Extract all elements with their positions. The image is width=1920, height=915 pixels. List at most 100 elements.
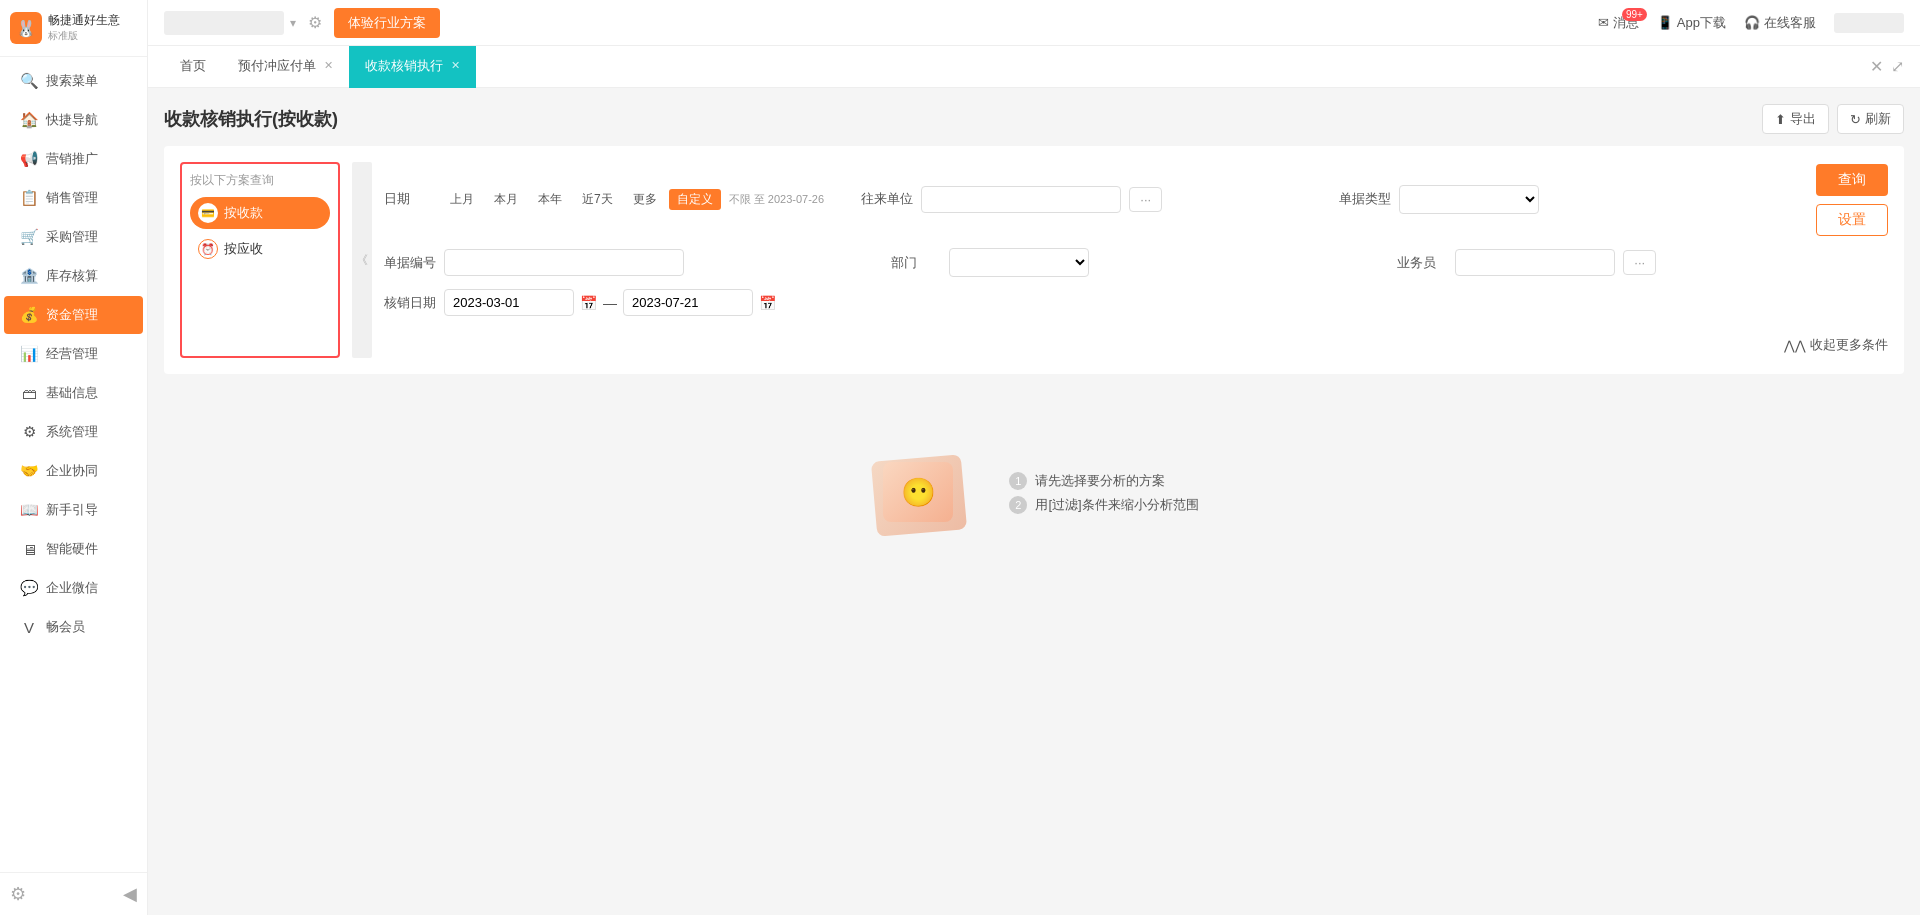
sidebar-item-member[interactable]: V 畅会员 xyxy=(4,608,143,646)
verify-date-end-input[interactable] xyxy=(623,289,753,316)
empty-hints: 1 请先选择要分析的方案 2 用[过滤]条件来缩小分析范围 xyxy=(1009,472,1198,520)
close-window-icon[interactable]: ✕ xyxy=(1870,57,1883,76)
filter-option-by-receivable[interactable]: ⏰ 按应收 xyxy=(190,233,330,265)
search-btn[interactable]: 查询 xyxy=(1816,164,1888,196)
filter-row-2: 单据编号 部门 业务员 ··· xyxy=(384,248,1888,277)
settings-icon[interactable]: ⚙ xyxy=(308,13,322,32)
date-hint: 不限 至 2023-07-26 xyxy=(729,192,824,207)
tab-receipt[interactable]: 收款核销执行 ✕ xyxy=(349,46,476,88)
chevron-down-icon[interactable]: ▾ xyxy=(290,16,296,30)
date-tab-custom[interactable]: 自定义 xyxy=(669,189,721,210)
sidebar-bottom: ⚙ ◀ xyxy=(0,872,147,915)
tab-label: 预付冲应付单 xyxy=(238,57,316,75)
collapse-more-btn[interactable]: ⋀⋀ 收起更多条件 xyxy=(384,332,1888,358)
service-label: 在线客服 xyxy=(1764,14,1816,32)
sidebar-item-hardware[interactable]: 🖥 智能硬件 xyxy=(4,530,143,568)
filter-row-1: 日期 上月 本月 本年 近7天 更多 自定义 不限 至 2023-07-26 xyxy=(384,162,1888,236)
industry-btn[interactable]: 体验行业方案 xyxy=(334,8,440,38)
close-tab-prepay-icon[interactable]: ✕ xyxy=(324,59,333,72)
filter-option-by-receipt[interactable]: 💳 按收款 xyxy=(190,197,330,229)
member-icon: V xyxy=(20,619,38,636)
sidebar-item-sales[interactable]: 📋 销售管理 xyxy=(4,179,143,217)
tabbar: 首页 预付冲应付单 ✕ 收款核销执行 ✕ ✕ ⤢ xyxy=(148,46,1920,88)
dept-select[interactable] xyxy=(949,248,1089,277)
service-icon: 🎧 xyxy=(1744,15,1760,30)
sidebar-item-nav[interactable]: 🏠 快捷导航 xyxy=(4,101,143,139)
business-more-btn[interactable]: ··· xyxy=(1623,250,1656,275)
message-icon: ✉ xyxy=(1598,15,1609,30)
sidebar-nav: 🔍 搜索菜单 🏠 快捷导航 📢 营销推广 📋 销售管理 🛒 采购管理 🏦 库存核… xyxy=(0,57,147,872)
basic-icon: 🗃 xyxy=(20,385,38,402)
collapse-sidebar-icon[interactable]: ◀ xyxy=(123,883,137,905)
collapse-panel-btn[interactable]: 《 xyxy=(352,162,372,358)
header-actions: ⬆ 导出 ↻ 刷新 xyxy=(1762,104,1904,134)
sidebar-item-management[interactable]: 📊 经营管理 xyxy=(4,335,143,373)
logo-text-block: 畅捷通好生意 标准版 xyxy=(48,13,120,43)
refresh-btn[interactable]: ↻ 刷新 xyxy=(1837,104,1904,134)
sidebar-item-system[interactable]: ⚙ 系统管理 xyxy=(4,413,143,451)
expand-icon[interactable]: ⤢ xyxy=(1891,57,1904,76)
app-download-btn[interactable]: 📱 App下载 xyxy=(1657,14,1726,32)
message-btn[interactable]: ✉ 消息 99+ xyxy=(1598,14,1639,32)
service-btn[interactable]: 🎧 在线客服 xyxy=(1744,14,1816,32)
inventory-icon: 🏦 xyxy=(20,267,38,285)
voucher-no-input[interactable] xyxy=(444,249,684,276)
calendar-start-icon[interactable]: 📅 xyxy=(580,295,597,311)
filter-option-label: 按应收 xyxy=(224,240,263,258)
close-tab-receipt-icon[interactable]: ✕ xyxy=(451,59,460,72)
sidebar-item-label: 经营管理 xyxy=(46,345,98,363)
verify-date-start-input[interactable] xyxy=(444,289,574,316)
verify-date-field: 核销日期 📅 — 📅 xyxy=(384,289,1888,316)
date-tabs-group: 上月 本月 本年 近7天 更多 自定义 不限 至 2023-07-26 xyxy=(442,189,824,210)
app-label: App下载 xyxy=(1677,14,1726,32)
sidebar-item-label: 销售管理 xyxy=(46,189,98,207)
verify-date-label: 核销日期 xyxy=(384,294,436,312)
date-tab-this-month[interactable]: 本月 xyxy=(486,189,526,210)
tab-home[interactable]: 首页 xyxy=(164,46,222,88)
sidebar-item-label: 畅会员 xyxy=(46,618,85,636)
logo-name: 畅捷通好生意 xyxy=(48,13,120,29)
user-info xyxy=(1834,13,1904,33)
sidebar-item-marketing[interactable]: 📢 营销推广 xyxy=(4,140,143,178)
tab-label: 首页 xyxy=(180,57,206,75)
chevron-up-icon: ⋀⋀ xyxy=(1784,338,1806,353)
sidebar-item-inventory[interactable]: 🏦 库存核算 xyxy=(4,257,143,295)
sidebar-item-label: 企业微信 xyxy=(46,579,98,597)
hardware-icon: 🖥 xyxy=(20,541,38,558)
counterparty-more-btn[interactable]: ··· xyxy=(1129,187,1162,212)
date-tab-more[interactable]: 更多 xyxy=(625,189,665,210)
tab-prepay[interactable]: 预付冲应付单 ✕ xyxy=(222,46,349,88)
filter-row-3: 核销日期 📅 — 📅 xyxy=(384,289,1888,316)
date-tab-this-year[interactable]: 本年 xyxy=(530,189,570,210)
date-tab-7days[interactable]: 近7天 xyxy=(574,189,621,210)
message-badge: 99+ xyxy=(1622,8,1647,21)
purchase-icon: 🛒 xyxy=(20,228,38,246)
date-tab-last-month[interactable]: 上月 xyxy=(442,189,482,210)
sidebar-item-collab[interactable]: 🤝 企业协同 xyxy=(4,452,143,490)
search-icon: 🔍 xyxy=(20,72,38,90)
marketing-icon: 📢 xyxy=(20,150,38,168)
empty-hint-2: 2 用[过滤]条件来缩小分析范围 xyxy=(1009,496,1198,514)
sidebar-item-label: 基础信息 xyxy=(46,384,98,402)
finance-icon: 💰 xyxy=(20,306,38,324)
sidebar-item-purchase[interactable]: 🛒 采购管理 xyxy=(4,218,143,256)
filter-option-label: 按收款 xyxy=(224,204,263,222)
business-input[interactable] xyxy=(1455,249,1615,276)
calendar-end-icon[interactable]: 📅 xyxy=(759,295,776,311)
sidebar: 🐰 畅捷通好生意 标准版 🔍 搜索菜单 🏠 快捷导航 📢 营销推广 📋 销售管理… xyxy=(0,0,148,915)
collab-icon: 🤝 xyxy=(20,462,38,480)
sidebar-item-finance[interactable]: 💰 资金管理 xyxy=(4,296,143,334)
setting-btn[interactable]: 设置 xyxy=(1816,204,1888,236)
sidebar-item-search[interactable]: 🔍 搜索菜单 xyxy=(4,62,143,100)
voucher-type-select[interactable] xyxy=(1399,185,1539,214)
settings-bottom-icon[interactable]: ⚙ xyxy=(10,883,26,905)
sidebar-item-basic[interactable]: 🗃 基础信息 xyxy=(4,374,143,412)
business-field: 业务员 ··· xyxy=(1397,249,1888,276)
counterparty-input[interactable] xyxy=(921,186,1121,213)
home-icon: 🏠 xyxy=(20,111,38,129)
refresh-icon: ↻ xyxy=(1850,112,1861,127)
sidebar-item-guide[interactable]: 📖 新手引导 xyxy=(4,491,143,529)
voucher-type-field: 单据类型 xyxy=(1339,185,1800,214)
sidebar-item-wechat[interactable]: 💬 企业微信 xyxy=(4,569,143,607)
export-btn[interactable]: ⬆ 导出 xyxy=(1762,104,1829,134)
